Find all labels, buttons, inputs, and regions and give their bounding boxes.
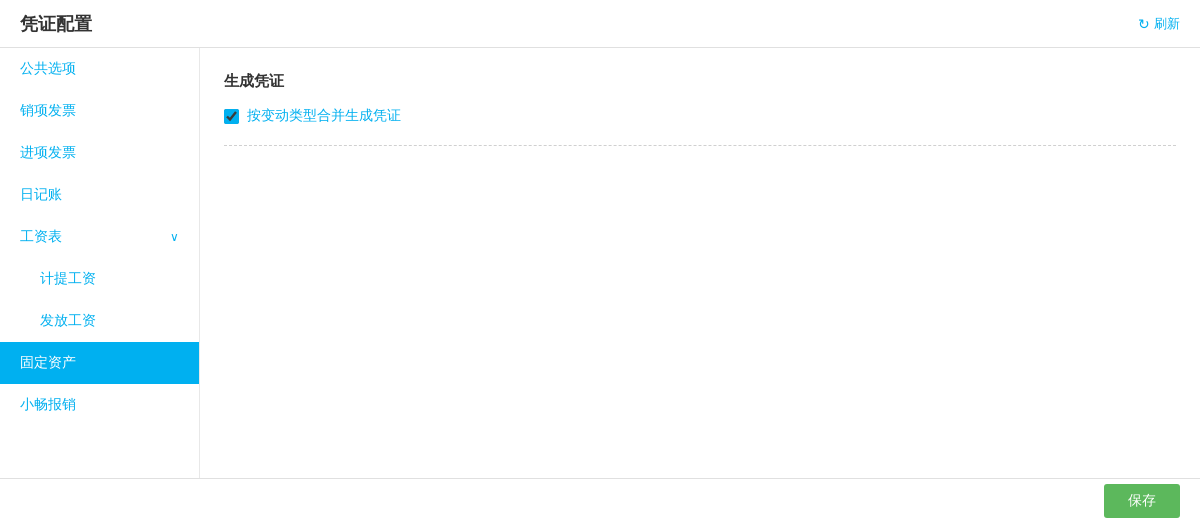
sidebar-item-payroll-calc[interactable]: 计提工资 <box>0 258 199 300</box>
footer: 保存 <box>0 478 1200 522</box>
sidebar-item-label: 日记账 <box>20 186 62 204</box>
sidebar: 公共选项 销项发票 进项发票 日记账 工资表 ∨ 计提工资 发放工资 固定资产 … <box>0 48 200 478</box>
content-area: 生成凭证 按变动类型合并生成凭证 <box>200 48 1200 478</box>
checkbox-row: 按变动类型合并生成凭证 <box>224 107 1176 125</box>
merge-by-type-checkbox[interactable] <box>224 109 239 124</box>
refresh-label: 刷新 <box>1154 15 1180 33</box>
sidebar-item-public-options[interactable]: 公共选项 <box>0 48 199 90</box>
sidebar-item-label: 发放工资 <box>40 312 96 330</box>
sidebar-item-label: 计提工资 <box>40 270 96 288</box>
checkbox-label[interactable]: 按变动类型合并生成凭证 <box>247 107 401 125</box>
chevron-down-icon: ∨ <box>170 230 179 244</box>
sidebar-item-payroll-table[interactable]: 工资表 ∨ <box>0 216 199 258</box>
sidebar-item-payroll-pay[interactable]: 发放工资 <box>0 300 199 342</box>
section-divider <box>224 145 1176 146</box>
sidebar-item-sales-invoice[interactable]: 销项发票 <box>0 90 199 132</box>
sidebar-item-expense-reimbursement[interactable]: 小畅报销 <box>0 384 199 426</box>
sidebar-item-label: 公共选项 <box>20 60 76 78</box>
sidebar-item-label: 销项发票 <box>20 102 76 120</box>
main-layout: 公共选项 销项发票 进项发票 日记账 工资表 ∨ 计提工资 发放工资 固定资产 … <box>0 48 1200 478</box>
header: 凭证配置 ↻ 刷新 <box>0 0 1200 48</box>
sidebar-item-label: 小畅报销 <box>20 396 76 414</box>
page-title: 凭证配置 <box>20 12 92 36</box>
sidebar-item-label: 工资表 <box>20 228 62 246</box>
save-button[interactable]: 保存 <box>1104 484 1180 518</box>
sidebar-item-label: 进项发票 <box>20 144 76 162</box>
refresh-icon: ↻ <box>1138 16 1150 32</box>
section-title: 生成凭证 <box>224 72 1176 91</box>
sidebar-item-label: 固定资产 <box>20 354 76 372</box>
sidebar-item-fixed-assets[interactable]: 固定资产 <box>0 342 199 384</box>
sidebar-item-journal[interactable]: 日记账 <box>0 174 199 216</box>
refresh-button[interactable]: ↻ 刷新 <box>1138 15 1180 33</box>
sidebar-item-purchase-invoice[interactable]: 进项发票 <box>0 132 199 174</box>
